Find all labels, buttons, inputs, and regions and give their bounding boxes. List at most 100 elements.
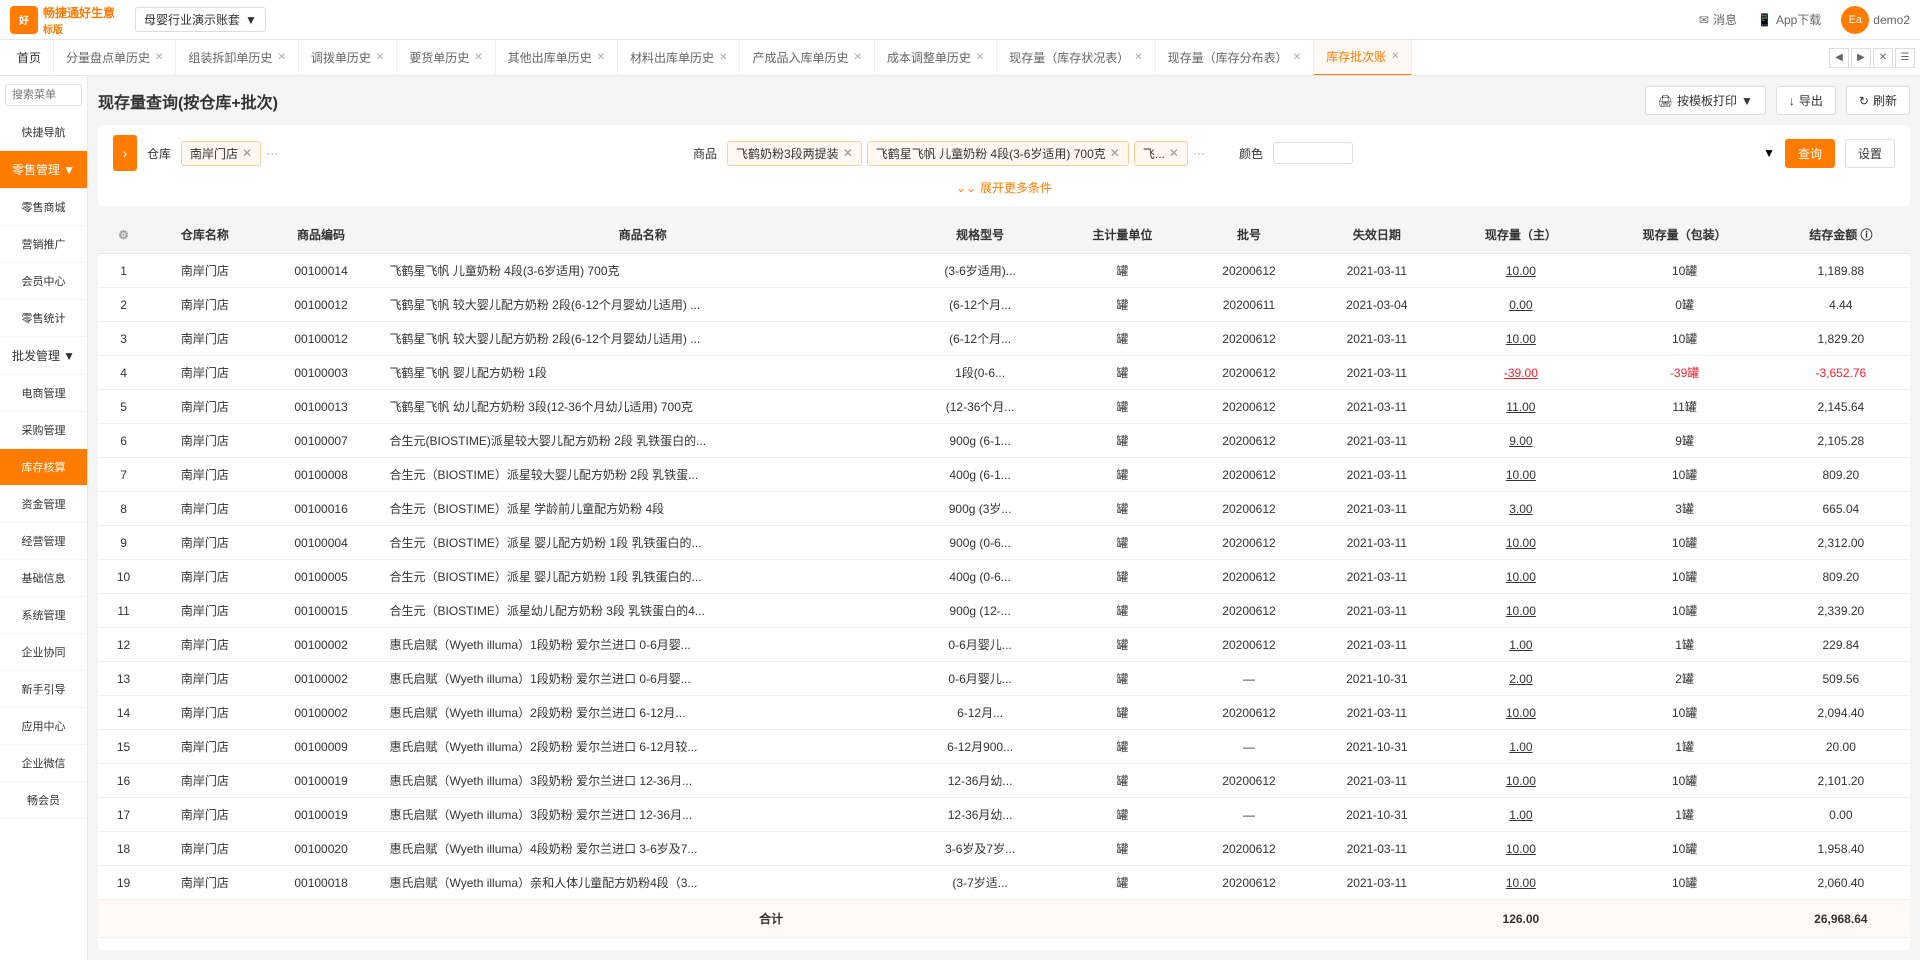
- sidebar-item-huiyuan[interactable]: 会员中心: [0, 263, 87, 300]
- close-icon[interactable]: ✕: [597, 52, 605, 63]
- table-row: 5 南岸门店 00100013 飞鹤星飞帆 幼儿配方奶粉 3段(12-36个月幼…: [98, 390, 1910, 424]
- row-qty-main[interactable]: 1.00: [1444, 628, 1597, 662]
- sidebar-item-qiye[interactable]: 企业协同: [0, 634, 87, 671]
- tag-close-icon[interactable]: ✕: [1110, 146, 1120, 160]
- sidebar-item-lingshoucheng[interactable]: 零售商城: [0, 189, 87, 226]
- org-selector[interactable]: 母婴行业演示账套 ▼: [135, 7, 266, 32]
- tab-qitachuku[interactable]: 其他出库单历史 ✕: [496, 40, 618, 76]
- row-name: 合生元（BIOSTIME）派星 婴儿配方奶粉 1段 乳铁蛋白的...: [381, 526, 904, 560]
- query-btn[interactable]: 查询: [1785, 139, 1835, 168]
- row-qty-main[interactable]: -39.00: [1444, 356, 1597, 390]
- product-more-btn[interactable]: ···: [1193, 146, 1205, 160]
- row-expire: 2021-10-31: [1309, 730, 1444, 764]
- sidebar-item-pifaguanli[interactable]: 批发管理 ▼: [0, 337, 87, 375]
- expand-sidebar-btn[interactable]: ›: [113, 135, 137, 171]
- row-qty-main[interactable]: 10.00: [1444, 526, 1597, 560]
- sidebar-item-kuaijie[interactable]: 快捷导航: [0, 114, 87, 151]
- sidebar-item-dianshang[interactable]: 电商管理: [0, 375, 87, 412]
- sidebar-item-yingyong[interactable]: 应用中心: [0, 708, 87, 745]
- settings-btn[interactable]: 设置: [1845, 139, 1895, 168]
- sidebar-item-zijin[interactable]: 资金管理: [0, 486, 87, 523]
- row-qty-main[interactable]: 1.00: [1444, 730, 1597, 764]
- row-qty-main[interactable]: 10.00: [1444, 696, 1597, 730]
- user-profile[interactable]: Ea demo2: [1841, 6, 1910, 34]
- sidebar-item-xitong[interactable]: 系统管理: [0, 597, 87, 634]
- row-qty-main[interactable]: 3.00: [1444, 492, 1597, 526]
- tab-cailiaochuku[interactable]: 材料出库单历史 ✕: [618, 40, 740, 76]
- search-input[interactable]: [5, 84, 82, 106]
- col-settings[interactable]: ⚙: [98, 216, 149, 254]
- close-icon[interactable]: ✕: [155, 52, 163, 63]
- close-icon[interactable]: ✕: [976, 52, 984, 63]
- row-qty-main[interactable]: 10.00: [1444, 866, 1597, 900]
- sidebar-item-jichu[interactable]: 基础信息: [0, 560, 87, 597]
- row-qty-main[interactable]: 11.00: [1444, 390, 1597, 424]
- tab-home[interactable]: 首页: [5, 40, 54, 76]
- tab-chanchengpin[interactable]: 产成品入库单历史 ✕: [740, 40, 874, 76]
- refresh-btn[interactable]: ↻ 刷新: [1846, 86, 1910, 115]
- tag-close-icon[interactable]: ✕: [843, 146, 853, 160]
- org-name: 母婴行业演示账套: [144, 11, 240, 28]
- tab-xiancunliang2[interactable]: 现存量（库存分布表） ✕: [1156, 40, 1314, 76]
- tag-close-icon[interactable]: ✕: [242, 146, 252, 160]
- sidebar-item-weixin[interactable]: 企业微信: [0, 745, 87, 782]
- row-batch: 20200612: [1189, 458, 1310, 492]
- row-qty-main[interactable]: 1.00: [1444, 798, 1597, 832]
- app-download-btn[interactable]: 📱 App下载: [1757, 11, 1821, 28]
- nav-next-btn[interactable]: ▶: [1851, 48, 1871, 68]
- tab-yaohuo[interactable]: 要货单历史 ✕: [397, 40, 495, 76]
- tab-diaobodanji[interactable]: 调拨单历史 ✕: [299, 40, 397, 76]
- sidebar-search-area[interactable]: [0, 76, 87, 114]
- tab-zuzhangchaixie[interactable]: 组装拆卸单历史 ✕: [176, 40, 298, 76]
- close-icon[interactable]: ✕: [1293, 52, 1301, 63]
- sidebar-item-lingshoul[interactable]: 零售管理 ▼: [0, 151, 87, 189]
- close-icon[interactable]: ✕: [277, 52, 285, 63]
- row-qty-main[interactable]: 10.00: [1444, 254, 1597, 288]
- tab-xiancunliang1[interactable]: 现存量（库存状况表） ✕: [997, 40, 1155, 76]
- color-select[interactable]: [1273, 142, 1353, 164]
- warehouse-tag[interactable]: 南岸门店 ✕: [181, 141, 261, 166]
- product-tag-1[interactable]: 飞鹤奶粉3段两提装 ✕: [727, 141, 862, 166]
- row-qty-main[interactable]: 10.00: [1444, 560, 1597, 594]
- row-qty-main[interactable]: 10.00: [1444, 458, 1597, 492]
- row-qty-main[interactable]: 10.00: [1444, 594, 1597, 628]
- product-tag-3[interactable]: 飞... ✕: [1134, 141, 1188, 166]
- sidebar-item-yingxiao[interactable]: 营销推广: [0, 226, 87, 263]
- row-qty-main[interactable]: 2.00: [1444, 662, 1597, 696]
- col-warehouse: 仓库名称: [149, 216, 261, 254]
- close-icon[interactable]: ✕: [1134, 52, 1142, 63]
- print-btn[interactable]: 🖨 按模板打印 ▼: [1645, 86, 1766, 115]
- close-icon[interactable]: ✕: [474, 52, 482, 63]
- sidebar-item-xinshou[interactable]: 新手引导: [0, 671, 87, 708]
- nav-prev-btn[interactable]: ◀: [1829, 48, 1849, 68]
- close-icon[interactable]: ✕: [719, 52, 727, 63]
- tab-chenben[interactable]: 成本调整单历史 ✕: [875, 40, 997, 76]
- nav-menu-btn[interactable]: ☰: [1895, 48, 1915, 68]
- row-code: 00100013: [261, 390, 382, 424]
- row-code: 00100002: [261, 628, 382, 662]
- row-qty-pkg: 10罐: [1598, 254, 1772, 288]
- sidebar-item-lingshoutj[interactable]: 零售统计: [0, 300, 87, 337]
- row-qty-main[interactable]: 9.00: [1444, 424, 1597, 458]
- row-qty-main[interactable]: 10.00: [1444, 322, 1597, 356]
- filter-expand-btn[interactable]: ⌄⌄ 展开更多条件: [113, 179, 1895, 196]
- sidebar-item-caigou[interactable]: 采购管理: [0, 412, 87, 449]
- nav-close-btn[interactable]: ✕: [1873, 48, 1893, 68]
- warehouse-more-btn[interactable]: ···: [266, 146, 278, 160]
- sidebar-item-jingying[interactable]: 经营管理: [0, 523, 87, 560]
- message-btn[interactable]: ✉ 消息: [1699, 11, 1737, 28]
- tab-fenliangpandian[interactable]: 分量盘点单历史 ✕: [54, 40, 176, 76]
- row-qty-main[interactable]: 0.00: [1444, 288, 1597, 322]
- close-icon[interactable]: ✕: [1391, 51, 1399, 62]
- product-tag-2[interactable]: 飞鹤星飞帆 儿童奶粉 4段(3-6岁适用) 700克 ✕: [867, 141, 1129, 166]
- export-btn[interactable]: ↓ 导出: [1776, 86, 1836, 115]
- close-icon[interactable]: ✕: [376, 52, 384, 63]
- close-icon[interactable]: ✕: [853, 52, 861, 63]
- sidebar-item-kucun[interactable]: 库存核算: [0, 449, 87, 486]
- row-qty-main[interactable]: 10.00: [1444, 832, 1597, 866]
- sidebar-item-changhui[interactable]: 畅会员: [0, 782, 87, 819]
- row-qty-main[interactable]: 10.00: [1444, 764, 1597, 798]
- tag-close-icon[interactable]: ✕: [1169, 146, 1179, 160]
- tab-kucunpici[interactable]: 库存批次账 ✕: [1314, 40, 1412, 76]
- row-no: 6: [98, 424, 149, 458]
